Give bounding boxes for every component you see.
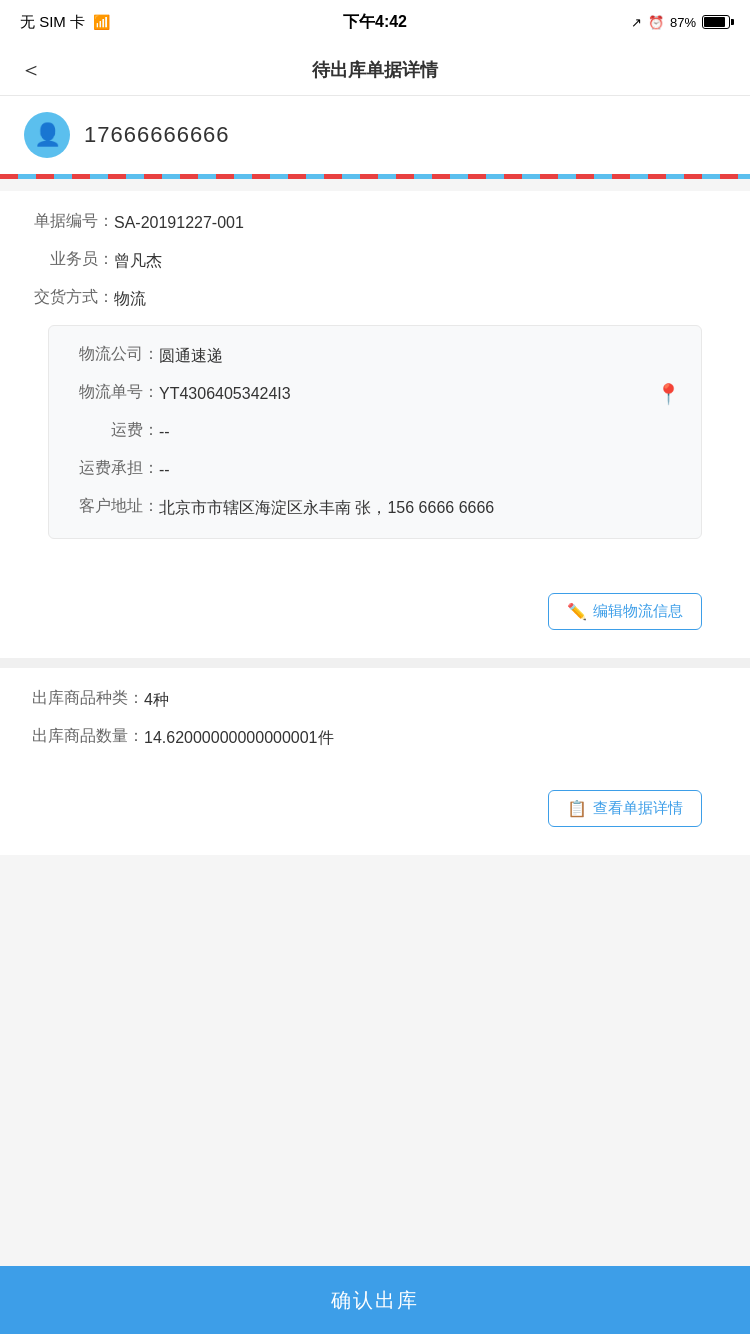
edit-logistics-label: 编辑物流信息 xyxy=(593,602,683,621)
salesman-label: 业务员： xyxy=(24,249,114,270)
freight-bearer-value: -- xyxy=(159,458,681,482)
back-button[interactable]: ＜ xyxy=(20,51,50,89)
logistics-card: 物流公司： 圆通速递 物流单号： YT43064053424I3 📍 运费： -… xyxy=(48,325,702,539)
logistics-company-label: 物流公司： xyxy=(69,344,159,365)
avatar: 👤 xyxy=(24,112,70,158)
logistics-tracking-row: 物流单号： YT43064053424I3 📍 xyxy=(69,382,681,406)
document-icon: 📋 xyxy=(567,799,587,818)
edit-icon: ✏️ xyxy=(567,602,587,621)
freight-bearer-row: 运费承担： -- xyxy=(69,458,681,482)
logistics-tracking-label: 物流单号： xyxy=(69,382,159,403)
location-track-icon[interactable]: 📍 xyxy=(656,382,681,406)
delivery-label: 交货方式： xyxy=(24,287,114,308)
user-phone: 17666666666 xyxy=(84,122,230,148)
goods-quantity-label: 出库商品数量： xyxy=(24,726,144,747)
goods-quantity-row: 出库商品数量： 14.62000000000000001件 xyxy=(24,726,726,750)
view-detail-label: 查看单据详情 xyxy=(593,799,683,818)
delivery-row: 交货方式： 物流 xyxy=(24,287,726,311)
content-spacer xyxy=(0,855,750,1075)
view-detail-button[interactable]: 📋 查看单据详情 xyxy=(548,790,702,827)
goods-types-value: 4种 xyxy=(144,688,726,712)
document-number-row: 单据编号： SA-20191227-001 xyxy=(24,211,726,235)
status-time: 下午4:42 xyxy=(343,12,407,33)
logistics-company-value: 圆通速递 xyxy=(159,344,681,368)
confirm-button-label: 确认出库 xyxy=(331,1287,419,1314)
logistics-tracking-value: YT43064053424I3 xyxy=(159,382,650,406)
salesman-row: 业务员： 曾凡杰 xyxy=(24,249,726,273)
carrier-label: 无 SIM 卡 xyxy=(20,13,85,32)
alarm-icon: ⏰ xyxy=(648,15,664,30)
document-info-section: 单据编号： SA-20191227-001 业务员： 曾凡杰 交货方式： 物流 … xyxy=(0,191,750,573)
edit-row: ✏️ 编辑物流信息 xyxy=(0,573,750,658)
wifi-icon: 📶 xyxy=(93,14,110,30)
confirm-button[interactable]: 确认出库 xyxy=(0,1266,750,1334)
battery-fill xyxy=(704,17,725,27)
dashed-divider xyxy=(0,174,750,179)
nav-bar: ＜ 待出库单据详情 xyxy=(0,44,750,96)
freight-bearer-label: 运费承担： xyxy=(69,458,159,479)
address-row: 客户地址： 北京市市辖区海淀区永丰南 张，156 6666 6666 xyxy=(69,496,681,520)
document-number-label: 单据编号： xyxy=(24,211,114,232)
freight-row: 运费： -- xyxy=(69,420,681,444)
goods-section: 出库商品种类： 4种 出库商品数量： 14.62000000000000001件 xyxy=(0,668,750,770)
page-title: 待出库单据详情 xyxy=(312,58,438,82)
status-left: 无 SIM 卡 📶 xyxy=(20,13,110,32)
document-number-value: SA-20191227-001 xyxy=(114,211,726,235)
goods-types-row: 出库商品种类： 4种 xyxy=(24,688,726,712)
goods-types-label: 出库商品种类： xyxy=(24,688,144,709)
edit-logistics-button[interactable]: ✏️ 编辑物流信息 xyxy=(548,593,702,630)
section-gap xyxy=(0,658,750,668)
view-row: 📋 查看单据详情 xyxy=(0,770,750,855)
salesman-value: 曾凡杰 xyxy=(114,249,726,273)
freight-value: -- xyxy=(159,420,681,444)
logistics-company-row: 物流公司： 圆通速递 xyxy=(69,344,681,368)
user-row: 👤 17666666666 xyxy=(0,96,750,174)
battery-percent: 87% xyxy=(670,15,696,30)
freight-label: 运费： xyxy=(69,420,159,441)
address-value: 北京市市辖区海淀区永丰南 张，156 6666 6666 xyxy=(159,496,681,520)
goods-quantity-value: 14.62000000000000001件 xyxy=(144,726,726,750)
status-bar: 无 SIM 卡 📶 下午4:42 ↗ ⏰ 87% xyxy=(0,0,750,44)
delivery-value: 物流 xyxy=(114,287,726,311)
status-right: ↗ ⏰ 87% xyxy=(631,15,730,30)
battery-icon xyxy=(702,15,730,29)
location-icon: ↗ xyxy=(631,15,642,30)
avatar-icon: 👤 xyxy=(34,122,61,148)
address-label: 客户地址： xyxy=(69,496,159,517)
